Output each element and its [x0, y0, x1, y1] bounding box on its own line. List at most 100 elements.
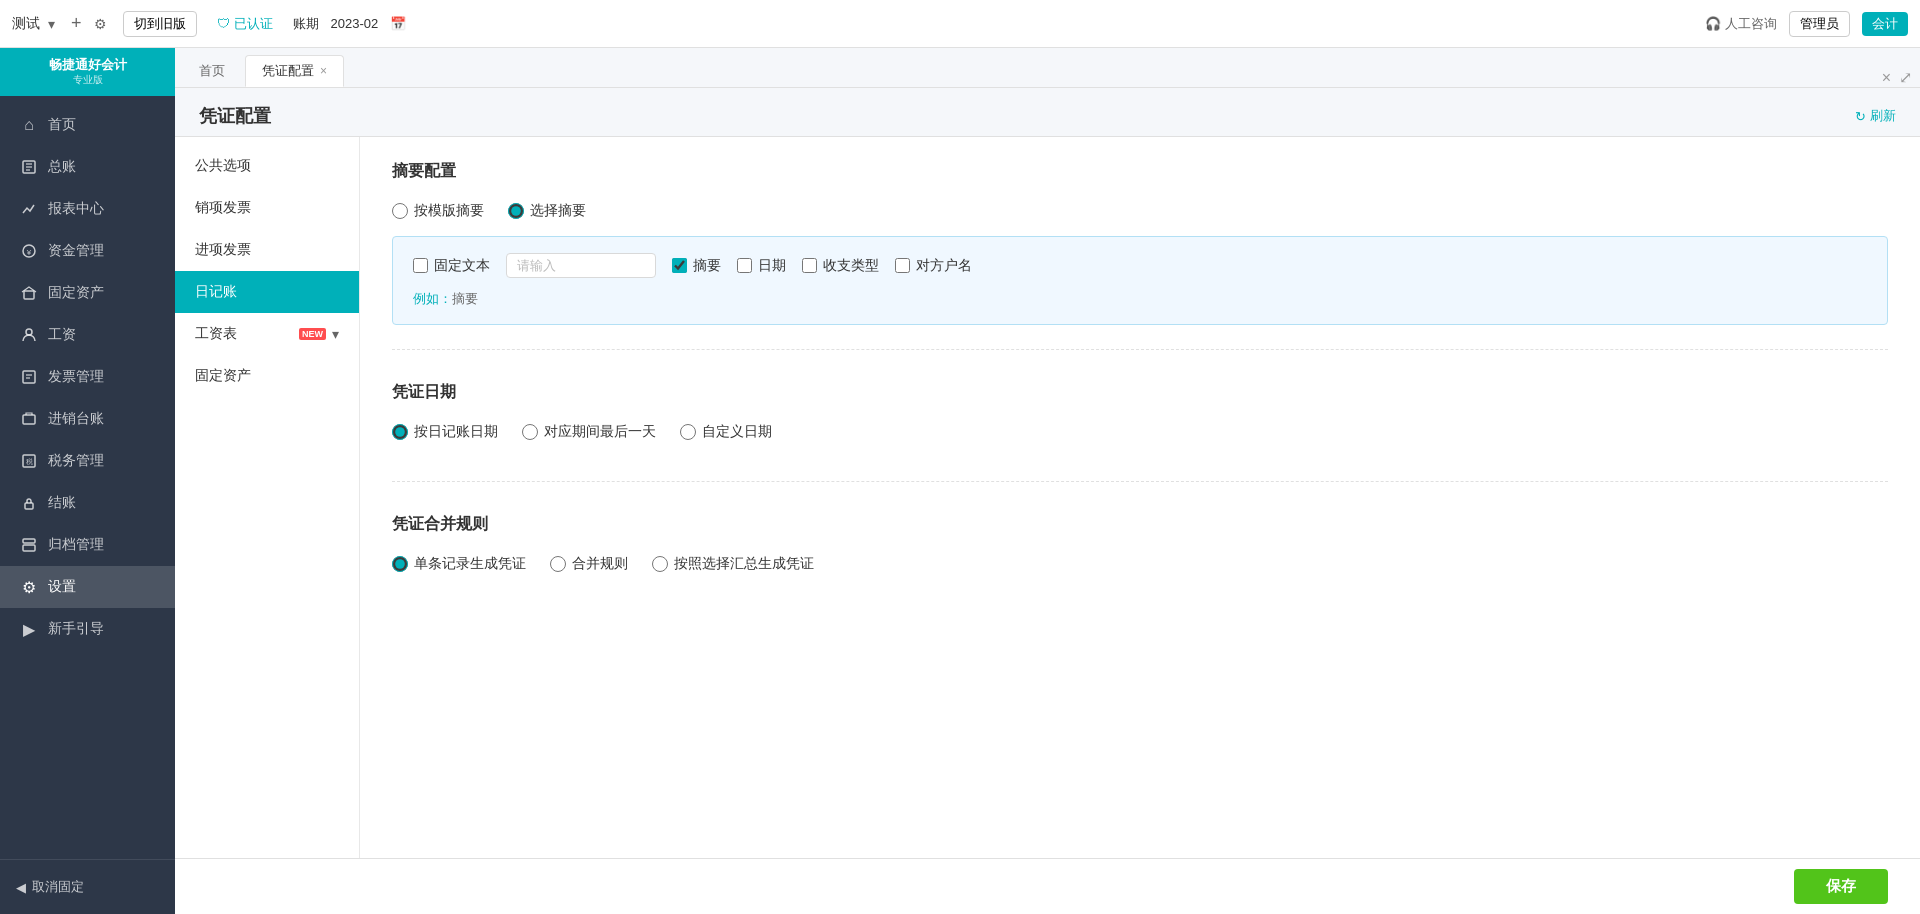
checkbox-date[interactable]: 日期: [737, 257, 786, 275]
fixed-text-input[interactable]: [506, 253, 656, 278]
voucher-config-tab-label: 凭证配置: [262, 62, 314, 80]
consult-button[interactable]: 🎧 人工咨询: [1705, 15, 1777, 33]
home-tab-label: 首页: [199, 62, 225, 80]
left-menu-item-journal[interactable]: 日记账: [175, 271, 359, 313]
sidebar-nav: ⌂ 首页 总账 报表中心 ¥ 资金管理: [0, 96, 175, 859]
sidebar-item-ledger[interactable]: 总账: [0, 146, 175, 188]
tab-expand-icon[interactable]: ⤢: [1899, 68, 1912, 87]
radio-single[interactable]: 单条记录生成凭证: [392, 555, 526, 573]
archive-icon: [20, 536, 38, 554]
radio-period-end[interactable]: 对应期间最后一天: [522, 423, 656, 441]
fixed-text-checkbox-input[interactable]: [413, 258, 428, 273]
radio-selected-summary[interactable]: 按照选择汇总生成凭证: [652, 555, 814, 573]
headset-icon: 🎧: [1705, 16, 1721, 31]
sidebar-item-settings[interactable]: ⚙ 设置: [0, 566, 175, 608]
accountant-button[interactable]: 会计: [1862, 12, 1908, 36]
cancel-fix-button[interactable]: ◀ 取消固定: [0, 870, 175, 904]
radio-daily-input[interactable]: [392, 424, 408, 440]
summary-label: 摘要: [693, 257, 721, 275]
close-accounts-icon: [20, 494, 38, 512]
left-menu-item-public[interactable]: 公共选项: [175, 145, 359, 187]
sidebar-item-salary[interactable]: 工资: [0, 314, 175, 356]
tab-home[interactable]: 首页: [183, 55, 241, 87]
payroll-label: 工资表: [195, 325, 237, 343]
sidebar-item-tax[interactable]: 税 税务管理: [0, 440, 175, 482]
left-menu-item-payroll[interactable]: 工资表 NEW ▾: [175, 313, 359, 355]
radio-merge[interactable]: 合并规则: [550, 555, 628, 573]
trade-icon: [20, 410, 38, 428]
summary-section-title: 摘要配置: [392, 161, 1888, 182]
shield-icon: 🛡: [217, 16, 230, 31]
add-icon[interactable]: +: [71, 13, 82, 34]
sales-label: 销项发票: [195, 199, 251, 217]
journal-label: 日记账: [195, 283, 237, 301]
radio-selected-summary-input[interactable]: [652, 556, 668, 572]
checkbox-payment-type[interactable]: 收支类型: [802, 257, 879, 275]
left-menu-item-purchase[interactable]: 进项发票: [175, 229, 359, 271]
radio-select[interactable]: 选择摘要: [508, 202, 586, 220]
refresh-button[interactable]: ↻ 刷新: [1855, 107, 1896, 125]
calendar-icon[interactable]: 📅: [390, 16, 406, 31]
radio-merge-label: 合并规则: [572, 555, 628, 573]
left-menu-item-fixed-asset[interactable]: 固定资产: [175, 355, 359, 397]
sidebar-item-label-trade: 进销台账: [48, 410, 104, 428]
sidebar-item-asset[interactable]: 固定资产: [0, 272, 175, 314]
tab-voucher-config[interactable]: 凭证配置 ×: [245, 55, 344, 87]
sidebar-item-home[interactable]: ⌂ 首页: [0, 104, 175, 146]
refresh-label: 刷新: [1870, 107, 1896, 125]
checkbox-summary[interactable]: 摘要: [672, 257, 721, 275]
date-section-title: 凭证日期: [392, 382, 1888, 403]
sidebar-item-label-settings: 设置: [48, 578, 76, 596]
fixed-asset-label: 固定资产: [195, 367, 251, 385]
counterpart-checkbox-input[interactable]: [895, 258, 910, 273]
pin-icon: ◀: [16, 880, 26, 895]
radio-template[interactable]: 按模版摘要: [392, 202, 484, 220]
checkbox-counterpart[interactable]: 对方户名: [895, 257, 972, 275]
sidebar-item-label-asset: 固定资产: [48, 284, 104, 302]
save-button[interactable]: 保存: [1794, 869, 1888, 904]
sidebar-item-invoice[interactable]: 发票管理: [0, 356, 175, 398]
logo-sub: 专业版: [49, 73, 127, 87]
voucher-config-tab-close[interactable]: ×: [320, 64, 327, 78]
consult-label: 人工咨询: [1725, 15, 1777, 33]
sidebar-item-trade[interactable]: 进销台账: [0, 398, 175, 440]
admin-button[interactable]: 管理员: [1789, 11, 1850, 37]
radio-merge-input[interactable]: [550, 556, 566, 572]
radio-custom-date-input[interactable]: [680, 424, 696, 440]
settings-icon[interactable]: ⚙: [94, 16, 107, 32]
sidebar-bottom: ◀ 取消固定: [0, 859, 175, 914]
date-checkbox-input[interactable]: [737, 258, 752, 273]
sidebar-item-guide[interactable]: ▶ 新手引导: [0, 608, 175, 650]
summary-checkbox-input[interactable]: [672, 258, 687, 273]
payment-type-checkbox-input[interactable]: [802, 258, 817, 273]
svg-text:税: 税: [26, 458, 33, 465]
radio-select-input[interactable]: [508, 203, 524, 219]
old-version-button[interactable]: 切到旧版: [123, 11, 197, 37]
sidebar-item-report[interactable]: 报表中心: [0, 188, 175, 230]
sidebar-item-label-invoice: 发票管理: [48, 368, 104, 386]
sidebar-item-fund[interactable]: ¥ 资金管理: [0, 230, 175, 272]
sidebar-item-label-tax: 税务管理: [48, 452, 104, 470]
radio-custom-date[interactable]: 自定义日期: [680, 423, 772, 441]
tab-close-all-icon[interactable]: ×: [1882, 69, 1891, 87]
project-name: 测试: [12, 15, 40, 33]
radio-daily[interactable]: 按日记账日期: [392, 423, 498, 441]
topbar-right: 🎧 人工咨询 管理员 会计: [1705, 11, 1908, 37]
radio-period-end-input[interactable]: [522, 424, 538, 440]
cancel-fix-label: 取消固定: [32, 878, 84, 896]
left-menu-item-sales[interactable]: 销项发票: [175, 187, 359, 229]
radio-single-input[interactable]: [392, 556, 408, 572]
certified-badge: 🛡 已认证: [217, 15, 273, 33]
checkbox-fixed-text[interactable]: 固定文本: [413, 257, 490, 275]
merge-radio-group: 单条记录生成凭证 合并规则 按照选择汇总生成凭证: [392, 555, 1888, 573]
svg-text:¥: ¥: [26, 248, 32, 257]
project-dropdown-icon[interactable]: ▾: [48, 16, 55, 32]
inner-layout: 公共选项 销项发票 进项发票 日记账 工资表 NEW ▾: [175, 137, 1920, 858]
radio-template-input[interactable]: [392, 203, 408, 219]
sidebar-item-archive[interactable]: 归档管理: [0, 524, 175, 566]
svg-rect-14: [25, 503, 33, 509]
refresh-icon: ↻: [1855, 109, 1866, 124]
radio-period-end-label: 对应期间最后一天: [544, 423, 656, 441]
payment-type-label: 收支类型: [823, 257, 879, 275]
sidebar-item-close-accounts[interactable]: 结账: [0, 482, 175, 524]
